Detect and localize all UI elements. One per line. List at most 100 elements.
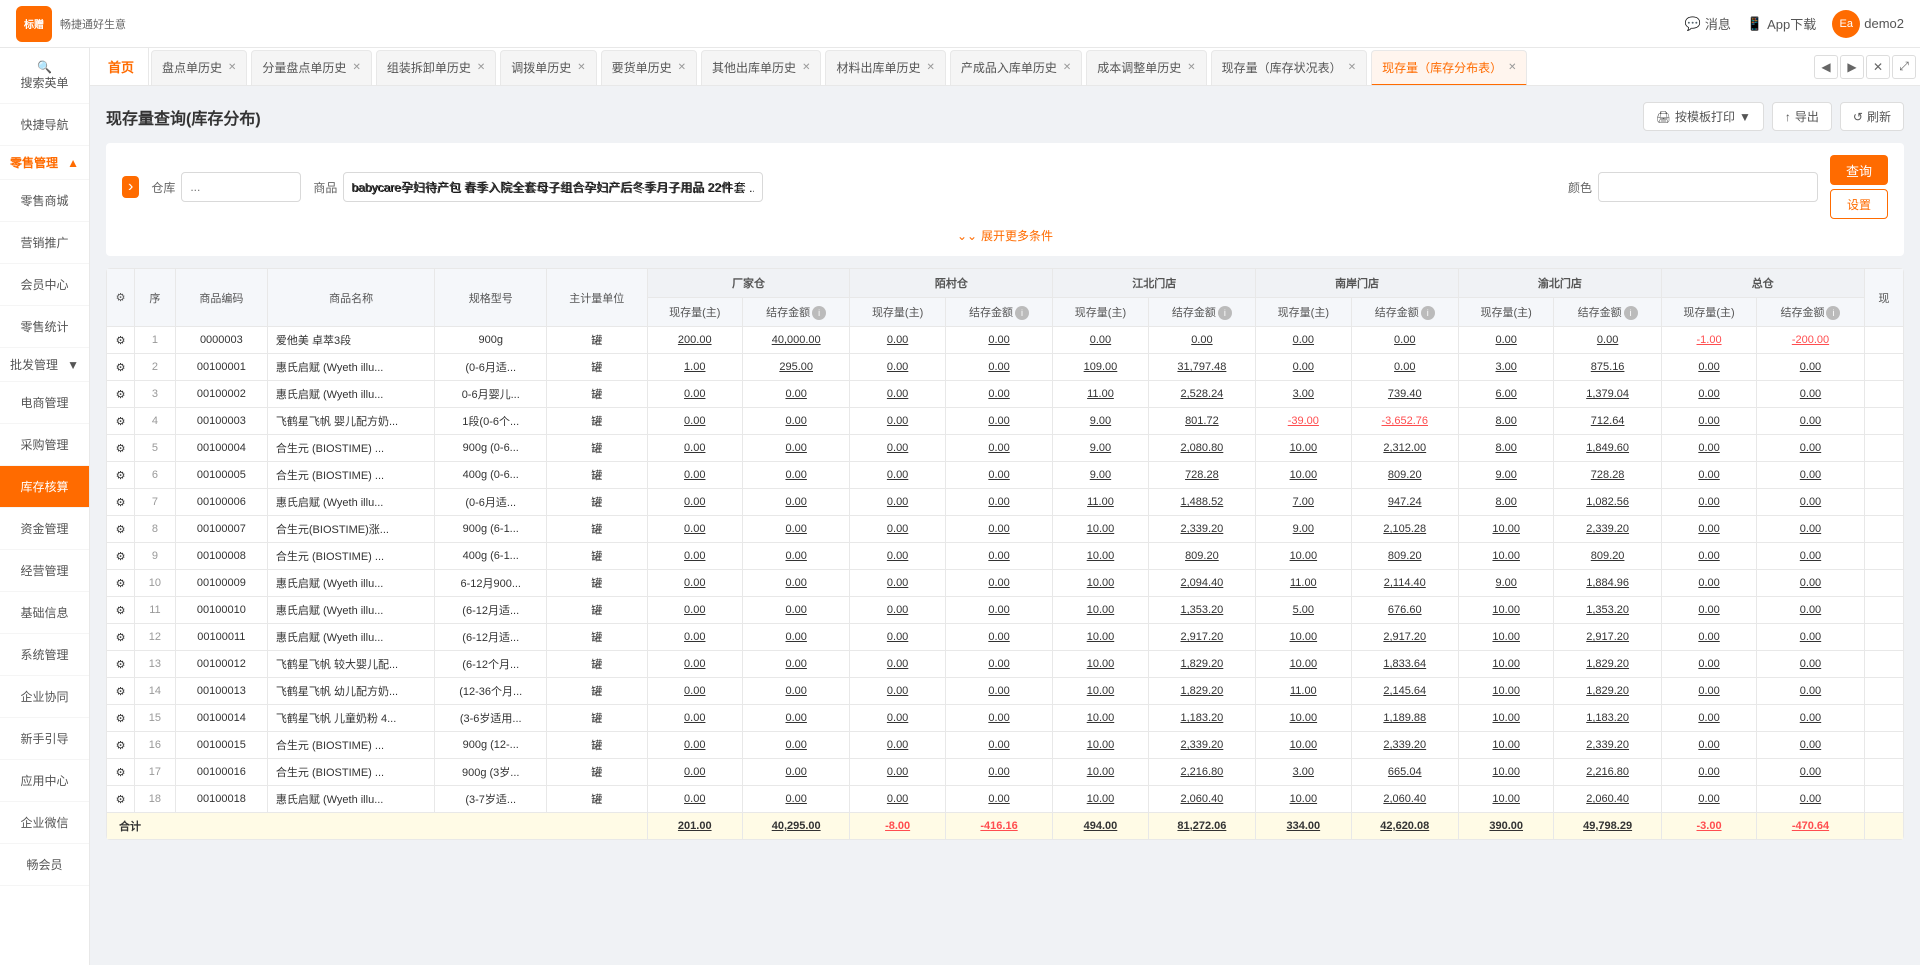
- logo-area: 标赠 畅捷通好生意: [16, 6, 126, 42]
- td-gear[interactable]: ⚙: [107, 570, 135, 597]
- sidebar-item-member[interactable]: 会员中心: [0, 264, 89, 306]
- sidebar-item-system[interactable]: 系统管理: [0, 634, 89, 676]
- export-btn[interactable]: ↑ 导出: [1772, 102, 1832, 131]
- info-icon[interactable]: i: [1624, 306, 1638, 320]
- close-tab-icon[interactable]: ✕: [1508, 62, 1516, 73]
- td-gear[interactable]: ⚙: [107, 381, 135, 408]
- td-nanan-qty: 10.00: [1256, 624, 1351, 651]
- td-gear[interactable]: ⚙: [107, 489, 135, 516]
- info-icon[interactable]: i: [1218, 306, 1232, 320]
- td-gear[interactable]: ⚙: [107, 462, 135, 489]
- td-gear[interactable]: ⚙: [107, 435, 135, 462]
- td-jiangbei-amt: 1,829.20: [1148, 651, 1255, 678]
- tab-next-btn[interactable]: ▶: [1840, 55, 1864, 79]
- td-jiangbei-amt: 2,528.24: [1148, 381, 1255, 408]
- sidebar-item-purchase[interactable]: 采购管理: [0, 424, 89, 466]
- sidebar-item-operations[interactable]: 经营管理: [0, 550, 89, 592]
- expand-conditions-btn[interactable]: ⌄⌄ 展开更多条件: [957, 227, 1053, 244]
- close-tab-icon[interactable]: ✕: [678, 62, 686, 73]
- tab-expand-btn[interactable]: ⤢: [1892, 55, 1916, 79]
- td-unit: 罐: [547, 786, 648, 813]
- td-current: [1864, 327, 1903, 354]
- info-icon[interactable]: i: [1015, 306, 1029, 320]
- sidebar-item-retail-shop[interactable]: 零售商城: [0, 180, 89, 222]
- tab-stock-status[interactable]: 现存量（库存状况表） ✕: [1211, 50, 1367, 86]
- td-gear[interactable]: ⚙: [107, 732, 135, 759]
- td-changjiacao-qty: 0.00: [647, 570, 742, 597]
- sidebar-item-inventory[interactable]: 库存核算: [0, 466, 89, 508]
- sidebar-item-guide[interactable]: 新手引导: [0, 718, 89, 760]
- td-gear[interactable]: ⚙: [107, 408, 135, 435]
- td-yubei-amt: 1,183.20: [1554, 705, 1661, 732]
- refresh-btn[interactable]: ↺ 刷新: [1840, 102, 1904, 131]
- tab-assemble[interactable]: 组装拆卸单历史 ✕: [376, 50, 496, 86]
- print-btn[interactable]: 🖨 按模板打印 ▼: [1643, 102, 1764, 131]
- close-tab-icon[interactable]: ✕: [1187, 62, 1195, 73]
- close-tab-icon[interactable]: ✕: [1063, 62, 1071, 73]
- tab-home[interactable]: 首页: [94, 48, 149, 86]
- close-tab-icon[interactable]: ✕: [926, 62, 934, 73]
- td-gear[interactable]: ⚙: [107, 516, 135, 543]
- app-download-btn[interactable]: 📱 App下载: [1747, 14, 1816, 33]
- sidebar-item-retail-stats[interactable]: 零售统计: [0, 306, 89, 348]
- color-input[interactable]: [1598, 172, 1818, 202]
- setting-button[interactable]: 设置: [1830, 189, 1888, 219]
- sidebar-item-marketing[interactable]: 营销推广: [0, 222, 89, 264]
- tab-cost-adjust[interactable]: 成本调整单历史 ✕: [1086, 50, 1206, 86]
- th-gear[interactable]: ⚙: [107, 269, 135, 327]
- td-gear[interactable]: ⚙: [107, 327, 135, 354]
- collapse-arrow[interactable]: ›: [122, 176, 139, 198]
- product-input[interactable]: [343, 172, 763, 202]
- tab-product-in[interactable]: 产成品入库单历史 ✕: [950, 50, 1082, 86]
- td-gear[interactable]: ⚙: [107, 651, 135, 678]
- td-gear[interactable]: ⚙: [107, 597, 135, 624]
- close-tab-icon[interactable]: ✕: [802, 62, 810, 73]
- td-gear[interactable]: ⚙: [107, 354, 135, 381]
- td-gear[interactable]: ⚙: [107, 786, 135, 813]
- user-profile[interactable]: Ea demo2: [1832, 10, 1904, 38]
- close-tab-icon[interactable]: ✕: [228, 62, 236, 73]
- tab-inventory-count[interactable]: 盘点单历史 ✕: [151, 50, 247, 86]
- td-gear[interactable]: ⚙: [107, 705, 135, 732]
- sidebar-item-finance[interactable]: 资金管理: [0, 508, 89, 550]
- message-btn[interactable]: 💬 消息: [1685, 14, 1731, 33]
- sidebar-item-super-member[interactable]: 畅会员: [0, 844, 89, 886]
- query-button[interactable]: 查询: [1830, 155, 1888, 185]
- info-icon[interactable]: i: [812, 306, 826, 320]
- td-unit: 罐: [547, 462, 648, 489]
- td-gear[interactable]: ⚙: [107, 624, 135, 651]
- sidebar-item-wholesale[interactable]: 批发管理 ▼: [0, 348, 89, 382]
- sidebar-item-enterprise[interactable]: 企业协同: [0, 676, 89, 718]
- sidebar-item-ecommerce[interactable]: 电商管理: [0, 382, 89, 424]
- tab-material-out[interactable]: 材料出库单历史 ✕: [825, 50, 945, 86]
- tab-stock-dist[interactable]: 现存量（库存分布表） ✕: [1371, 50, 1527, 86]
- sidebar-item-app-center[interactable]: 应用中心: [0, 760, 89, 802]
- sidebar-item-enterprise-wechat[interactable]: 企业微信: [0, 802, 89, 844]
- page-title: 现存量查询(库存分布): [106, 105, 261, 129]
- tab-other-out[interactable]: 其他出库单历史 ✕: [701, 50, 821, 86]
- td-gear[interactable]: ⚙: [107, 759, 135, 786]
- td-gear[interactable]: ⚙: [107, 678, 135, 705]
- td-yubei-qty: 3.00: [1459, 354, 1554, 381]
- close-tab-icon[interactable]: ✕: [1348, 62, 1356, 73]
- td-unit: 罐: [547, 408, 648, 435]
- info-icon[interactable]: i: [1826, 306, 1840, 320]
- sidebar-quick-nav[interactable]: 快捷导航: [0, 104, 89, 146]
- tab-purchase-order[interactable]: 要货单历史 ✕: [601, 50, 697, 86]
- close-tab-icon[interactable]: ✕: [352, 62, 360, 73]
- tab-close-btn[interactable]: ✕: [1866, 55, 1890, 79]
- sidebar-item-retail-mgmt[interactable]: 零售管理 ▲: [0, 146, 89, 180]
- info-icon[interactable]: i: [1421, 306, 1435, 320]
- sidebar-item-basic-info[interactable]: 基础信息: [0, 592, 89, 634]
- tab-prev-btn[interactable]: ◀: [1814, 55, 1838, 79]
- td-jiangbei-qty: 10.00: [1053, 678, 1148, 705]
- td-mucuncang-qty: 0.00: [850, 516, 945, 543]
- close-tab-icon[interactable]: ✕: [577, 62, 585, 73]
- sidebar-search[interactable]: 🔍 搜索英单: [0, 48, 89, 104]
- td-gear[interactable]: ⚙: [107, 543, 135, 570]
- close-tab-icon[interactable]: ✕: [477, 62, 485, 73]
- sum-nanan-amt: 42,620.08: [1351, 813, 1458, 840]
- tab-dist-count[interactable]: 分量盘点单历史 ✕: [251, 50, 371, 86]
- warehouse-input[interactable]: [181, 172, 301, 202]
- tab-transfer[interactable]: 调拨单历史 ✕: [500, 50, 596, 86]
